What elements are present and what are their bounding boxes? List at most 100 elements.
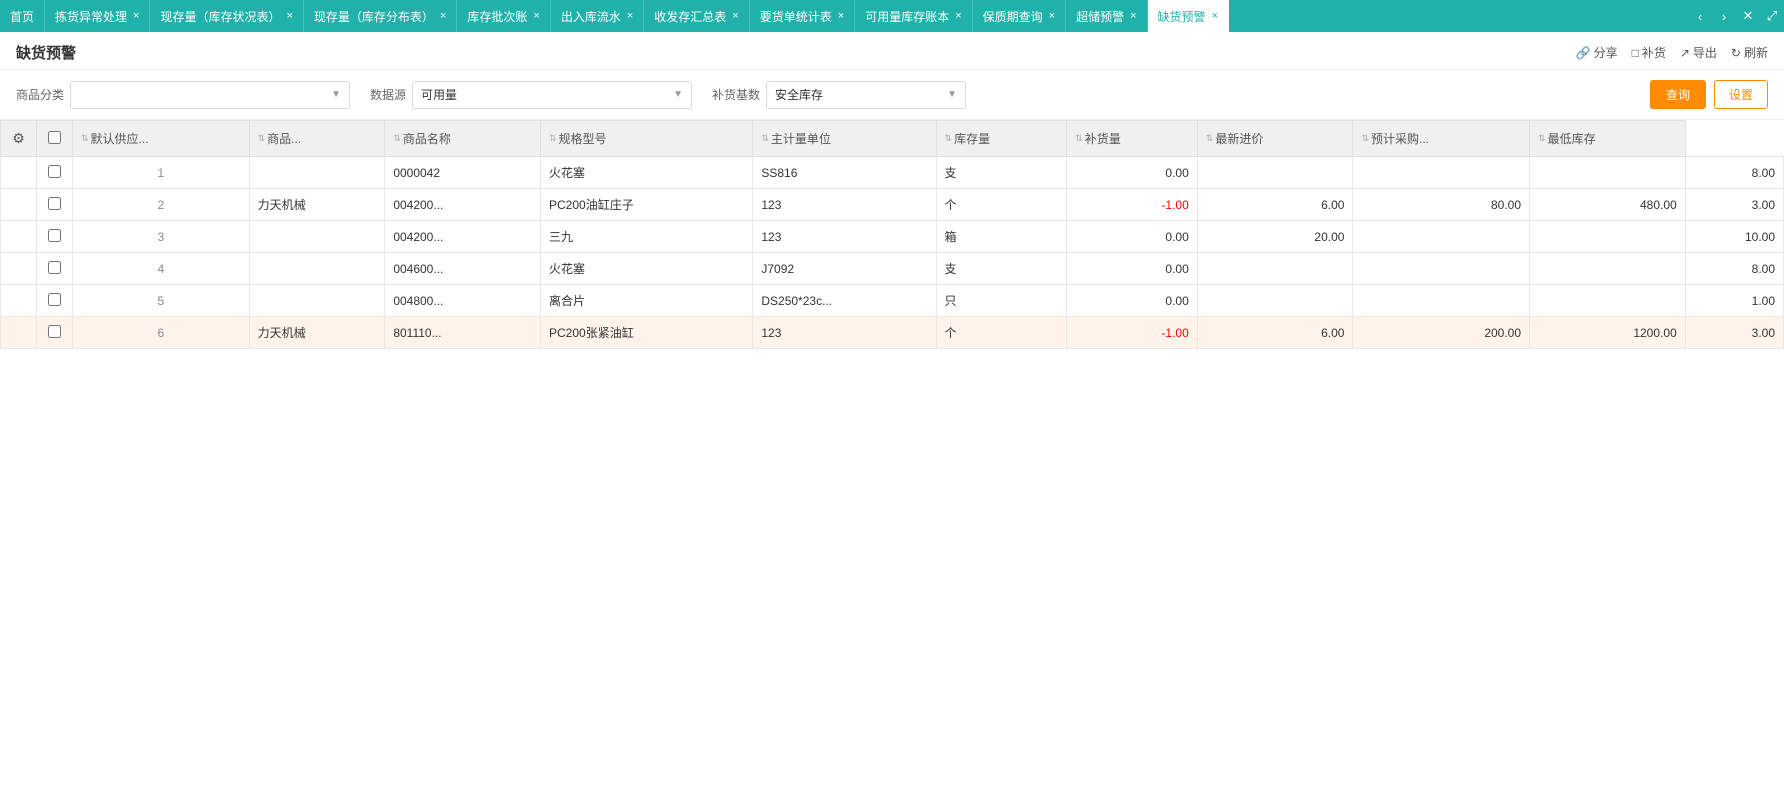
tab-expiry[interactable]: 保质期查询 × (973, 0, 1066, 32)
filter-row: 商品分类 ▼ 数据源 可用量 ▼ 补货基数 安全库存 ▼ 查询 设置 (0, 70, 1784, 120)
supplement-action[interactable]: □ 补货 (1632, 44, 1666, 61)
row-checkbox-1[interactable] (37, 189, 73, 221)
tab-demand[interactable]: 要货单统计表 × (750, 0, 855, 32)
row-code-0: 0000042 (385, 157, 541, 189)
supplement-base-label: 补货基数 (712, 86, 760, 103)
th-stock: ⇅库存量 (936, 121, 1067, 157)
settings-button[interactable]: 设置 (1714, 80, 1768, 109)
sort-supplier-icon[interactable]: ⇅ (81, 133, 89, 144)
tab-close-overstock[interactable]: × (1130, 10, 1136, 22)
sort-stock-icon[interactable]: ⇅ (945, 133, 953, 144)
row-est-0 (1530, 157, 1686, 189)
row-select-5[interactable] (48, 325, 61, 338)
sort-min-icon[interactable]: ⇅ (1538, 133, 1546, 144)
tab-batch[interactable]: 库存批次账 × (457, 0, 550, 32)
th-gear[interactable]: ⚙ (1, 121, 37, 157)
th-product-code: ⇅商品... (249, 121, 385, 157)
refresh-action[interactable]: ↻ 刷新 (1731, 44, 1768, 61)
category-chevron-icon: ▼ (331, 89, 341, 100)
gear-icon[interactable]: ⚙ (12, 130, 25, 146)
row-spec-0: SS816 (753, 157, 936, 189)
sort-code-icon[interactable]: ⇅ (258, 133, 266, 144)
row-supqty-1: 6.00 (1197, 189, 1353, 221)
tab-close-batch[interactable]: × (533, 10, 539, 22)
th-checkbox[interactable] (37, 121, 73, 157)
query-button[interactable]: 查询 (1650, 80, 1706, 109)
sort-unit-icon[interactable]: ⇅ (761, 133, 769, 144)
sort-est-icon[interactable]: ⇅ (1361, 133, 1369, 144)
row-price-4 (1353, 285, 1530, 317)
sort-supqty-icon[interactable]: ⇅ (1075, 133, 1083, 144)
row-gear-0 (1, 157, 37, 189)
share-action[interactable]: 🔗 分享 (1576, 44, 1618, 61)
tab-close-available[interactable]: × (955, 10, 961, 22)
sort-spec-icon[interactable]: ⇅ (549, 133, 557, 144)
tab-inout[interactable]: 出入库流水 × (551, 0, 644, 32)
tab-shortage[interactable]: 缺货预警 × (1148, 0, 1229, 32)
select-all-checkbox[interactable] (48, 131, 61, 144)
tab-next-btn[interactable]: › (1712, 9, 1736, 24)
tab-close-stock-status[interactable]: × (286, 10, 292, 22)
row-supqty-3 (1197, 253, 1353, 285)
tab-close-picking[interactable]: × (133, 10, 139, 22)
category-select[interactable]: ▼ (70, 81, 350, 109)
row-price-3 (1353, 253, 1530, 285)
tab-close-stock-dist[interactable]: × (440, 10, 446, 22)
row-no-4: 5 (73, 285, 250, 317)
tab-stock-status[interactable]: 现存量（库存状况表） × (150, 0, 303, 32)
datasource-label: 数据源 (370, 86, 406, 103)
supplement-base-value: 安全库存 (775, 86, 823, 103)
row-est-3 (1530, 253, 1686, 285)
row-supqty-4 (1197, 285, 1353, 317)
supplement-base-select[interactable]: 安全库存 ▼ (766, 81, 966, 109)
row-select-1[interactable] (48, 197, 61, 210)
refresh-icon: ↻ (1731, 46, 1741, 60)
row-checkbox-4[interactable] (37, 285, 73, 317)
row-est-2 (1530, 221, 1686, 253)
row-checkbox-3[interactable] (37, 253, 73, 285)
row-spec-4: DS250*23c... (753, 285, 936, 317)
tab-close-summary[interactable]: × (732, 10, 738, 22)
row-minstock-5: 3.00 (1685, 317, 1783, 349)
table-row: 6 力天机械 801110... PC200张紧油缸 123 个 -1.00 6… (1, 317, 1784, 349)
tab-prev-btn[interactable]: ‹ (1688, 9, 1712, 24)
tab-close-shortage[interactable]: × (1212, 10, 1218, 22)
row-select-0[interactable] (48, 165, 61, 178)
supplement-base-chevron-icon: ▼ (947, 89, 957, 100)
row-checkbox-2[interactable] (37, 221, 73, 253)
sort-price-icon[interactable]: ⇅ (1206, 133, 1214, 144)
header-actions: 🔗 分享 □ 补货 ↗ 导出 ↻ 刷新 (1576, 44, 1768, 61)
datasource-select[interactable]: 可用量 ▼ (412, 81, 692, 109)
export-action[interactable]: ↗ 导出 (1680, 44, 1717, 61)
row-spec-3: J7092 (753, 253, 936, 285)
tab-home[interactable]: 首页 (0, 0, 45, 32)
row-unit-3: 支 (936, 253, 1067, 285)
row-stock-3: 0.00 (1067, 253, 1198, 285)
row-gear-2 (1, 221, 37, 253)
row-name-0: 火花塞 (541, 157, 753, 189)
row-checkbox-0[interactable] (37, 157, 73, 189)
tab-overstock[interactable]: 超储预警 × (1066, 0, 1147, 32)
row-minstock-1: 3.00 (1685, 189, 1783, 221)
row-select-3[interactable] (48, 261, 61, 274)
tab-close-inout[interactable]: × (627, 10, 633, 22)
tab-expand-btn[interactable]: ⤢ (1760, 8, 1784, 24)
row-select-2[interactable] (48, 229, 61, 242)
row-supqty-2: 20.00 (1197, 221, 1353, 253)
tab-stock-dist[interactable]: 现存量（库存分布表） × (304, 0, 457, 32)
row-stock-2: 0.00 (1067, 221, 1198, 253)
row-code-5: 801110... (385, 317, 541, 349)
tab-close-demand[interactable]: × (838, 10, 844, 22)
row-checkbox-5[interactable] (37, 317, 73, 349)
share-icon: 🔗 (1576, 46, 1591, 60)
supplement-icon: □ (1632, 46, 1639, 60)
sort-name-icon[interactable]: ⇅ (393, 133, 401, 144)
tab-available[interactable]: 可用量库存账本 × (855, 0, 972, 32)
row-select-4[interactable] (48, 293, 61, 306)
tab-close-expiry[interactable]: × (1049, 10, 1055, 22)
tab-close-all-btn[interactable]: ✕ (1736, 8, 1760, 24)
tab-picking[interactable]: 拣货异常处理 × (45, 0, 150, 32)
row-stock-1: -1.00 (1067, 189, 1198, 221)
th-min-stock: ⇅最低库存 (1530, 121, 1686, 157)
tab-summary[interactable]: 收发存汇总表 × (644, 0, 749, 32)
